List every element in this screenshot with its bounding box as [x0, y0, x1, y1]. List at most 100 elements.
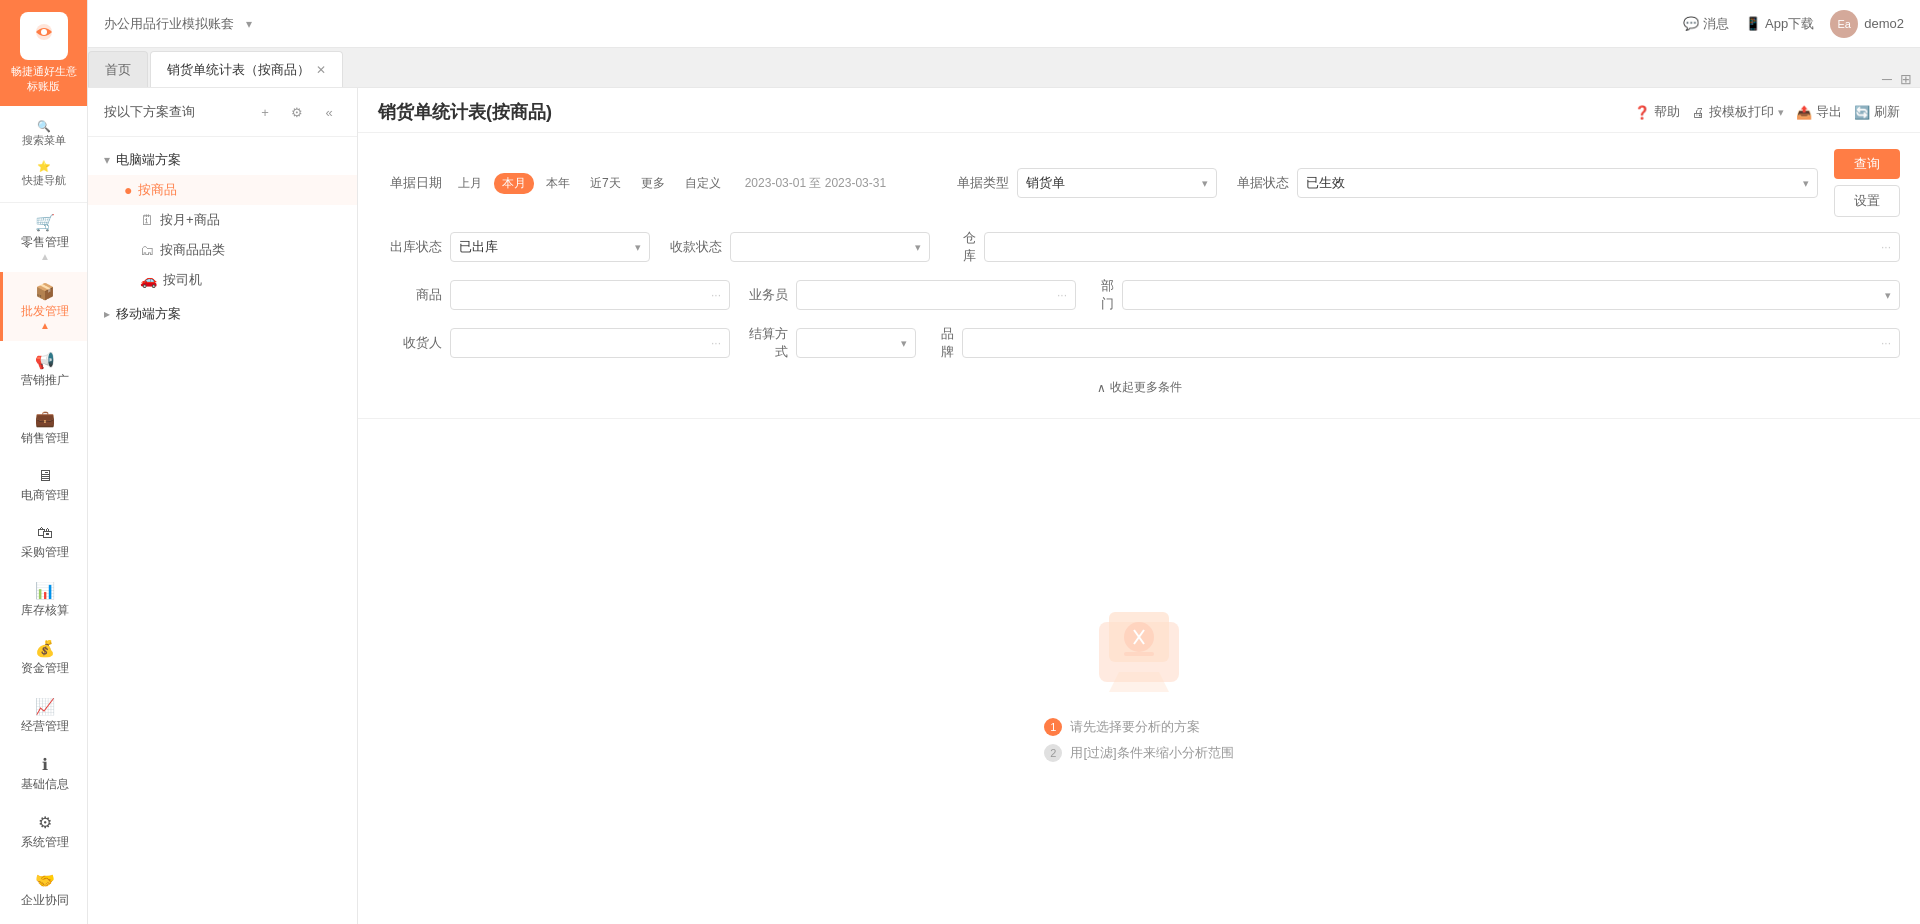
print-icon: 🖨 [1692, 105, 1705, 120]
brand-input[interactable]: ··· [962, 328, 1900, 358]
refresh-button[interactable]: 🔄 刷新 [1854, 103, 1900, 121]
sidebar-item-basic[interactable]: ℹ 基础信息 [0, 745, 87, 803]
sidebar-item-wholesale[interactable]: 📦 批发管理 ▲ [0, 272, 87, 341]
quick-nav-item[interactable]: ⭐ 快捷导航 [0, 154, 87, 194]
out-status-select[interactable]: 已出库 ▾ [450, 232, 650, 262]
template-print-button[interactable]: 🖨 按模板打印 ▾ [1692, 103, 1784, 121]
tab-sales-report-label: 销货单统计表（按商品） [167, 61, 310, 79]
sidebar-item-system[interactable]: ⚙ 系统管理 [0, 803, 87, 861]
search-menu-item[interactable]: 🔍 搜索菜单 [0, 114, 87, 154]
settings-scheme-button[interactable]: ⚙ [285, 100, 309, 124]
tree-group-mobile-header[interactable]: ▸ 移动端方案 [88, 299, 357, 329]
receiver-input[interactable]: ··· [450, 328, 730, 358]
export-label: 导出 [1816, 103, 1842, 121]
export-button[interactable]: 📤 导出 [1796, 103, 1842, 121]
basic-label: 基础信息 [21, 776, 69, 793]
purchase-icon: 🛍 [37, 524, 53, 542]
goods-input[interactable]: ··· [450, 280, 730, 310]
scheme-tree: ▾ 电脑端方案 ● 按商品 🗓 按月+商品 🗂 按商品品类 [88, 137, 357, 341]
help-button[interactable]: ❓ 帮助 [1634, 103, 1680, 121]
date-tab-this-year[interactable]: 本年 [538, 173, 578, 194]
date-tab-last-7[interactable]: 近7天 [582, 173, 629, 194]
tab-home[interactable]: 首页 [88, 51, 148, 87]
user-avatar: Ea [1830, 10, 1858, 38]
filter-area: 单据日期 上月 本月 本年 近7天 更多 自定义 2023-03-01 至 20… [358, 133, 1920, 419]
date-label: 单据日期 [378, 174, 450, 192]
svg-point-2 [41, 29, 47, 35]
sidebar-item-newbie[interactable]: 🎯 新手引导 [0, 919, 87, 924]
chevron-up-icon: ∧ [1097, 381, 1106, 395]
out-status-value: 已出库 [459, 238, 631, 256]
sidebar-item-operations[interactable]: 📈 经营管理 [0, 687, 87, 745]
sidebar-item-inventory[interactable]: 📊 库存核算 [0, 571, 87, 629]
app-download-button[interactable]: 📱 App下载 [1745, 15, 1814, 33]
wholesale-label: 批发管理 [21, 303, 69, 320]
sales-icon: 💼 [35, 409, 55, 428]
tree-item-by-category-label: 按商品品类 [160, 241, 225, 259]
query-button[interactable]: 查询 [1834, 149, 1900, 179]
tree-item-by-driver[interactable]: 🚗 按司机 [88, 265, 357, 295]
logo-icon [20, 12, 68, 60]
minimize-icon[interactable]: ─ [1882, 71, 1892, 87]
search-menu-label: 搜索菜单 [22, 133, 66, 148]
tab-close-icon[interactable]: ✕ [316, 63, 326, 77]
inventory-icon: 📊 [35, 581, 55, 600]
date-filter-control: 上月 本月 本年 近7天 更多 自定义 2023-03-01 至 2023-03… [450, 173, 953, 194]
user-menu[interactable]: Ea demo2 [1830, 10, 1904, 38]
tree-item-by-goods[interactable]: ● 按商品 [88, 175, 357, 205]
topbar-title: 办公用品行业模拟账套 [104, 15, 234, 33]
settings-button[interactable]: 设置 [1834, 185, 1900, 217]
retail-label: 零售管理 [21, 234, 69, 251]
tab-home-label: 首页 [105, 61, 131, 79]
filter-row-3: 商品 ··· 业务员 ··· 部门 ▾ [378, 277, 1900, 313]
doc-status-select[interactable]: 已生效 ▾ [1297, 168, 1818, 198]
collect-status-select[interactable]: ▾ [730, 232, 930, 262]
sidebar-item-enterprise[interactable]: 🤝 企业协同 [0, 861, 87, 919]
brand-label: 品牌 [932, 325, 962, 361]
operations-icon: 📈 [35, 697, 55, 716]
date-tabs: 上月 本月 本年 近7天 更多 自定义 [450, 173, 729, 194]
step-2-text: 用[过滤]条件来缩小分析范围 [1070, 744, 1233, 762]
date-tab-custom[interactable]: 自定义 [677, 173, 729, 194]
add-scheme-button[interactable]: + [253, 100, 277, 124]
payment-label: 结算方式 [746, 325, 796, 361]
doc-type-select[interactable]: 销货单 ▾ [1017, 168, 1217, 198]
purchase-label: 采购管理 [21, 544, 69, 561]
collapse-label: 收起更多条件 [1110, 379, 1182, 396]
sidebar-item-marketing[interactable]: 📢 营销推广 [0, 341, 87, 399]
step-number-2: 2 [1044, 744, 1062, 762]
warehouse-input[interactable]: ··· [984, 232, 1900, 262]
app-subtitle: 标账版 [27, 79, 60, 94]
sidebar-item-ecommerce[interactable]: 🖥 电商管理 [0, 457, 87, 514]
sidebar: 畅捷通好生意 标账版 🔍 搜索菜单 ⭐ 快捷导航 🛒 零售管理 ▲ 📦 批发管理… [0, 0, 88, 924]
maximize-icon[interactable]: ⊞ [1900, 71, 1912, 87]
header-actions: ❓ 帮助 🖨 按模板打印 ▾ 📤 导出 🔄 刷新 [1634, 103, 1900, 121]
payment-select[interactable]: ▾ [796, 328, 916, 358]
message-button[interactable]: 💬 消息 [1683, 15, 1729, 33]
page-title: 销货单统计表(按商品) [378, 100, 552, 124]
empty-step-2: 2 用[过滤]条件来缩小分析范围 [1044, 744, 1233, 762]
sidebar-item-purchase[interactable]: 🛍 采购管理 [0, 514, 87, 571]
dept-select[interactable]: ▾ [1122, 280, 1900, 310]
refresh-label: 刷新 [1874, 103, 1900, 121]
tree-item-by-month-goods[interactable]: 🗓 按月+商品 [88, 205, 357, 235]
sidebar-item-sales[interactable]: 💼 销售管理 [0, 399, 87, 457]
collapse-filter-button[interactable]: ∧ 收起更多条件 [378, 373, 1900, 402]
tree-group-desktop-header[interactable]: ▾ 电脑端方案 [88, 145, 357, 175]
salesman-input[interactable]: ··· [796, 280, 1076, 310]
sidebar-item-finance[interactable]: 💰 资金管理 [0, 629, 87, 687]
left-panel-actions: + ⚙ « [253, 100, 341, 124]
retail-arrow: ▲ [40, 251, 50, 262]
finance-label: 资金管理 [21, 660, 69, 677]
ecommerce-label: 电商管理 [21, 487, 69, 504]
template-print-label: 按模板打印 [1709, 103, 1774, 121]
tab-sales-report[interactable]: 销货单统计表（按商品） ✕ [150, 51, 343, 87]
sidebar-item-retail[interactable]: 🛒 零售管理 ▲ [0, 203, 87, 272]
retail-icon: 🛒 [35, 213, 55, 232]
tree-item-by-category[interactable]: 🗂 按商品品类 [88, 235, 357, 265]
brand-dots: ··· [1881, 336, 1891, 350]
collapse-panel-button[interactable]: « [317, 100, 341, 124]
date-tab-last-month[interactable]: 上月 [450, 173, 490, 194]
date-tab-this-month[interactable]: 本月 [494, 173, 534, 194]
date-tab-more[interactable]: 更多 [633, 173, 673, 194]
